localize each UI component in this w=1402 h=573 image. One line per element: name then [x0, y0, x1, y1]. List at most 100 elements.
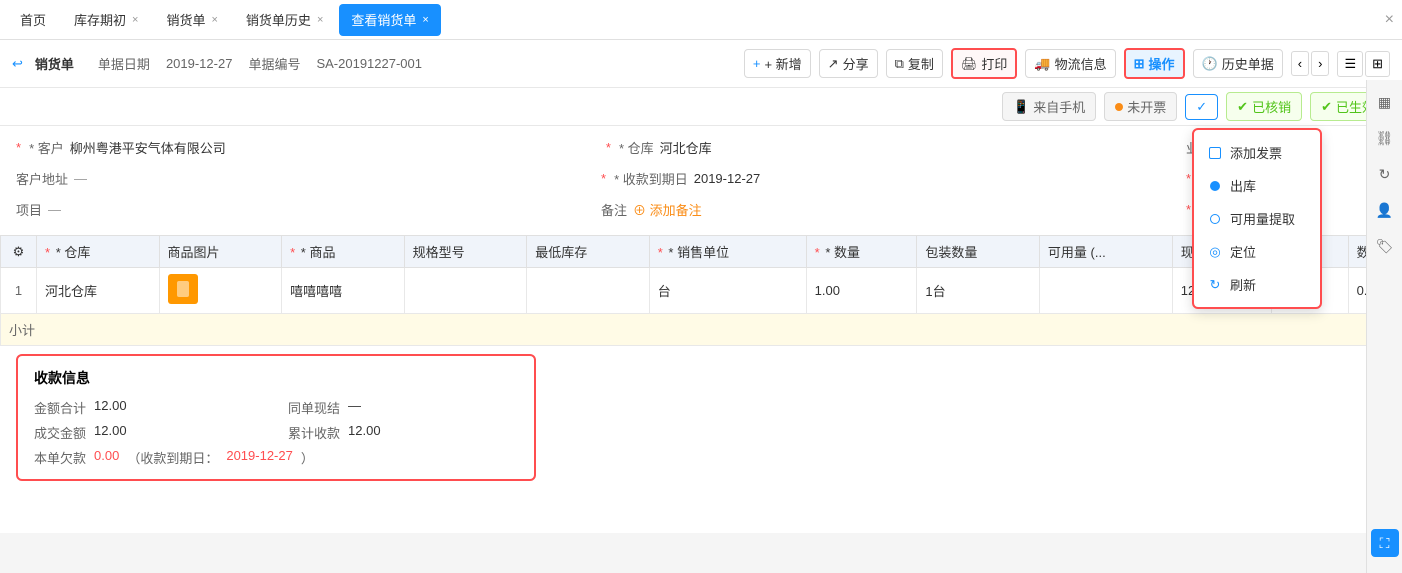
- row-spec: [404, 268, 527, 314]
- row-num: 1: [1, 268, 37, 314]
- row-unit: 台: [649, 268, 806, 314]
- same-order-value: —: [348, 398, 361, 417]
- copy-button[interactable]: ⧉ 复制: [886, 49, 943, 78]
- confirmed-btn[interactable]: ✔ 已核销: [1226, 92, 1302, 121]
- product-col-header: * * 商品: [282, 236, 405, 268]
- tab-bar: 首页 库存期初 × 销货单 × 销货单历史 × 查看销货单 × ×: [0, 0, 1402, 40]
- close-tab-sales[interactable]: ×: [211, 14, 217, 26]
- grid-view-btn[interactable]: ⊞: [1365, 51, 1390, 77]
- form-row-2: 客户地址 — * * 收款到期日 2019-12-27 * * 票据类型 不开票: [16, 169, 1386, 188]
- same-order-row: 同单现结 —: [288, 398, 518, 417]
- product-img-col-header: 商品图片: [159, 236, 282, 268]
- total-amount-row: 金额合计 12.00: [34, 398, 264, 417]
- sidebar-link-icon[interactable]: ⛓: [1371, 124, 1399, 152]
- doc-date-label: 单据日期: [98, 54, 150, 73]
- payment-info-box: 收款信息 金额合计 12.00 同单现结 — 成交金额 12.00 累计收款 1…: [16, 354, 536, 481]
- settings-col-header: ⚙: [1, 236, 37, 268]
- list-view-btn[interactable]: ☰: [1337, 51, 1363, 77]
- warehouse-col-header: * * 仓库: [37, 236, 160, 268]
- doc-title: 销货单: [35, 54, 74, 73]
- add-invoice-item[interactable]: 添加发票: [1194, 136, 1320, 169]
- spec-col-header: 规格型号: [404, 236, 527, 268]
- arrears-label: 本单欠款: [34, 448, 86, 467]
- sidebar-rotate-icon[interactable]: ↻: [1371, 160, 1399, 188]
- product-image: [168, 274, 198, 304]
- deal-amount-row: 成交金额 12.00: [34, 423, 264, 442]
- from-phone-btn[interactable]: 📱 来自手机: [1002, 92, 1096, 121]
- qty-col-header: * * 数量: [806, 236, 917, 268]
- share-button[interactable]: ↗ 分享: [819, 49, 878, 78]
- nav-arrows: ‹ ›: [1291, 51, 1330, 76]
- outbound-icon: [1208, 179, 1222, 193]
- plus-icon: +: [753, 56, 761, 71]
- locate-item[interactable]: ◎ 定位: [1194, 235, 1320, 268]
- unopened-btn[interactable]: 未开票: [1104, 92, 1177, 121]
- sidebar-grid-icon[interactable]: ▦: [1371, 88, 1399, 116]
- pkg-qty-col-header: 包装数量: [917, 236, 1040, 268]
- payment-info-title: 收款信息: [34, 368, 518, 388]
- doc-icon: ↩: [12, 56, 23, 72]
- total-amount-value: 12.00: [94, 398, 127, 417]
- right-sidebar: ▦ ⛓ ↻ 👤 🏷 ⛶: [1366, 80, 1402, 573]
- tab-home[interactable]: 首页: [8, 4, 58, 36]
- tab-sales-history[interactable]: 销货单历史 ×: [234, 4, 335, 36]
- check2-icon: ✔: [1321, 99, 1332, 115]
- arrears-note: （收款到期日：: [127, 448, 218, 467]
- grid-icon: ⊞: [1134, 56, 1145, 72]
- arrears-row: 本单欠款 0.00 （收款到期日： 2019-12-27 ）: [34, 448, 518, 467]
- deal-amount-value: 12.00: [94, 423, 127, 442]
- address-field: 客户地址 —: [16, 169, 216, 188]
- doc-date-value: 2019-12-27: [166, 56, 233, 71]
- operations-button[interactable]: ⊞ 操作: [1124, 48, 1185, 79]
- arrears-value: 0.00: [94, 448, 119, 467]
- close-tab-view-sales[interactable]: ×: [422, 14, 428, 26]
- gear-icon[interactable]: ⚙: [13, 244, 25, 259]
- payment-date-field: * * 收款到期日 2019-12-27: [601, 169, 801, 188]
- customer-field: * * 客户 柳州粤港平安气体有限公司: [16, 138, 226, 157]
- project-field: 项目 —: [16, 200, 216, 219]
- print-icon: 🖨: [961, 56, 978, 72]
- refresh-item[interactable]: ↻ 刷新: [1194, 268, 1320, 301]
- history-icon: 🕐: [1202, 56, 1218, 72]
- row-product-name: 嘻嘻嘻嘻: [282, 268, 405, 314]
- doc-number-label: 单据编号: [248, 54, 300, 73]
- available-pickup-icon: [1208, 212, 1222, 226]
- history-button[interactable]: 🕐 历史单据: [1193, 49, 1283, 78]
- plus-remark-icon: ⊕: [633, 203, 646, 218]
- add-remark-btn[interactable]: ⊕ 添加备注: [633, 200, 702, 219]
- operations-dropdown: 添加发票 出库 可用量提取 ◎ 定位 ↻ 刷新: [1192, 128, 1322, 309]
- close-tab-inventory[interactable]: ×: [132, 14, 138, 26]
- prev-arrow[interactable]: ‹: [1291, 51, 1309, 76]
- logistics-button[interactable]: 🚚 物流信息: [1025, 49, 1115, 78]
- warehouse-field: * * 仓库 河北仓库: [606, 138, 806, 157]
- tab-sales-order[interactable]: 销货单 ×: [154, 4, 229, 36]
- arrears-close: ）: [301, 448, 314, 467]
- tab-inventory-init[interactable]: 库存期初 ×: [62, 4, 150, 36]
- confirm-check-btn[interactable]: ✓: [1185, 94, 1218, 120]
- min-stock-col-header: 最低库存: [527, 236, 650, 268]
- outbound-item[interactable]: 出库: [1194, 169, 1320, 202]
- available-pickup-item[interactable]: 可用量提取: [1194, 202, 1320, 235]
- tab-view-sales[interactable]: 查看销货单 ×: [339, 4, 440, 36]
- orange-dot: [1115, 103, 1123, 111]
- next-arrow[interactable]: ›: [1311, 51, 1329, 76]
- doc-number-value: SA-20191227-001: [316, 56, 422, 71]
- locate-icon: ◎: [1208, 245, 1222, 259]
- close-tab-history[interactable]: ×: [317, 14, 323, 26]
- row-warehouse: 河北仓库: [37, 268, 160, 314]
- total-amount-label: 金额合计: [34, 398, 86, 417]
- window-close-btn[interactable]: ×: [1385, 11, 1394, 29]
- cumulative-value: 12.00: [348, 423, 381, 442]
- truck-icon: 🚚: [1034, 56, 1050, 72]
- sidebar-person-icon[interactable]: 👤: [1371, 196, 1399, 224]
- row-available: [1039, 268, 1172, 314]
- print-button[interactable]: 🖨 打印: [951, 48, 1018, 79]
- sidebar-expand-icon[interactable]: ⛶: [1371, 529, 1399, 557]
- row-pkg-qty: 1台: [917, 268, 1040, 314]
- available-col-header: 可用量 (...: [1039, 236, 1172, 268]
- sidebar-tag-icon[interactable]: 🏷: [1371, 232, 1399, 260]
- main-area: ↩ 销货单 单据日期 2019-12-27 单据编号 SA-20191227-0…: [0, 40, 1402, 533]
- row-min-stock: [527, 268, 650, 314]
- remark-field: 备注 ⊕ 添加备注: [601, 200, 801, 219]
- new-button[interactable]: + + 新增: [744, 49, 811, 78]
